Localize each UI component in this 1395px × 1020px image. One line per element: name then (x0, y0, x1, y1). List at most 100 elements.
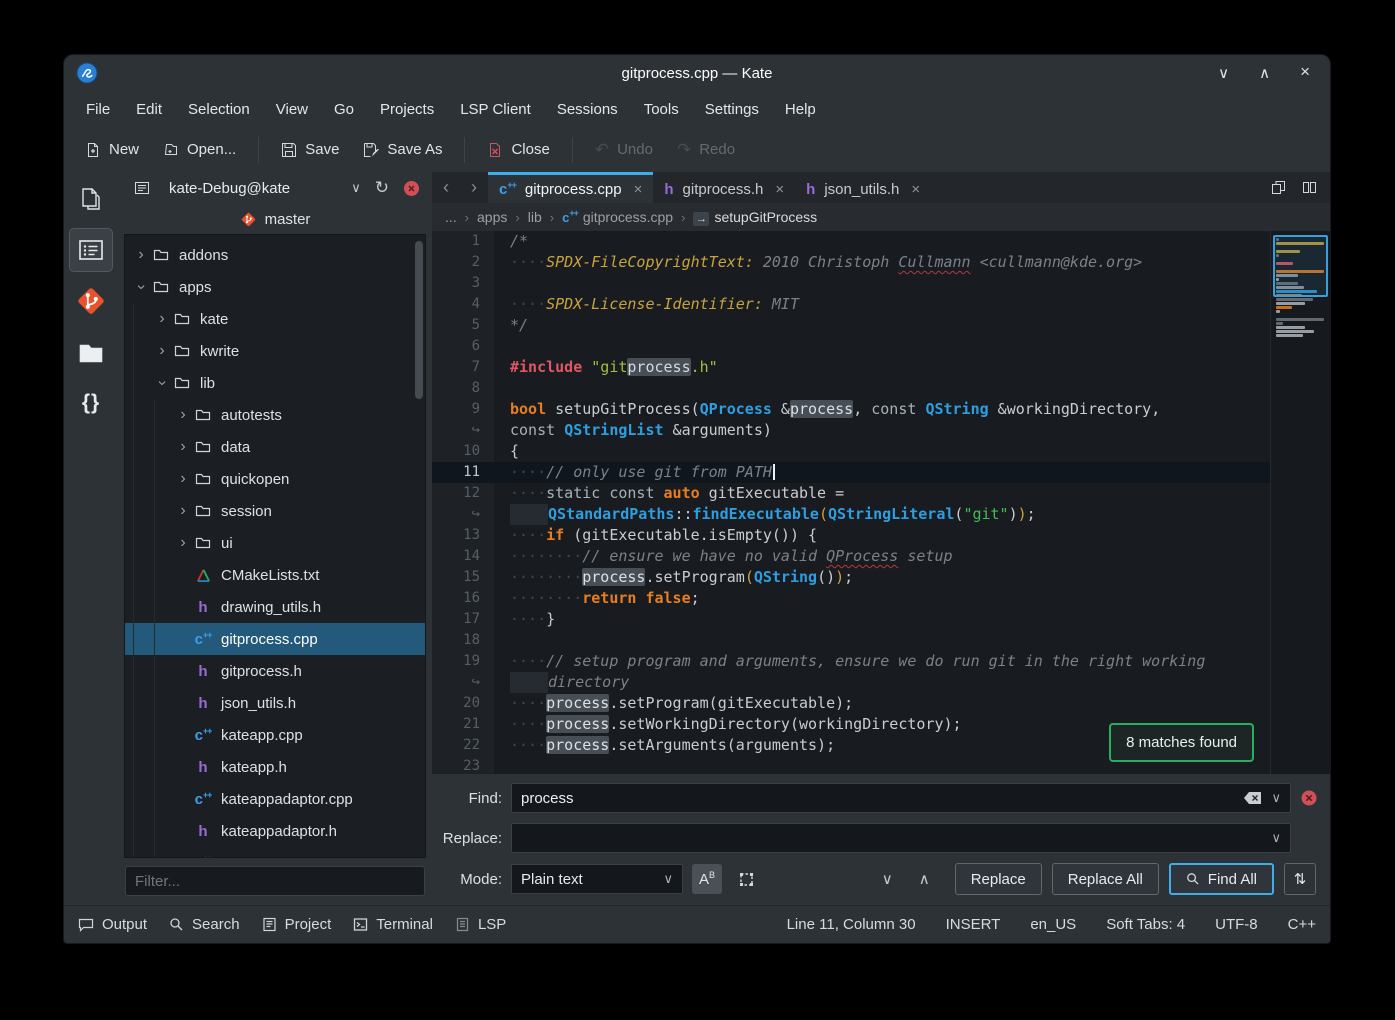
match-case-button[interactable]: AB (692, 864, 722, 894)
minimap-scrollbar[interactable] (1270, 231, 1330, 774)
tree-item-kate[interactable]: › kate (125, 303, 425, 335)
status-insert[interactable]: INSERT (946, 916, 1001, 933)
tree-item-apps[interactable]: › apps (125, 271, 425, 303)
status-c[interactable]: C++ (1288, 916, 1316, 933)
tree-item-gitprocess-cpp[interactable]: c++ gitprocess.cpp (125, 623, 425, 655)
breadcrumb-lib[interactable]: lib (528, 209, 542, 225)
tree-item-lib[interactable]: › lib (125, 367, 425, 399)
tab-json-utils-h[interactable]: h json_utils.h × (795, 172, 931, 203)
tab-gitprocess-cpp[interactable]: c++ gitprocess.cpp × (488, 172, 654, 203)
breadcrumb-setupgitprocess[interactable]: → setupGitProcess (693, 209, 817, 226)
tree-chevron-icon[interactable]: › (133, 246, 149, 264)
tree-item-addons[interactable]: › addons (125, 239, 425, 271)
find-prev-chevron-icon[interactable]: ∧ (919, 870, 930, 888)
status-toggle-project[interactable]: Project (262, 916, 331, 933)
minimap-viewport[interactable] (1273, 235, 1328, 297)
refresh-icon[interactable]: ↻ (375, 178, 389, 198)
tree-chevron-icon[interactable]: › (175, 502, 191, 520)
tree-item-kateappadaptor-cpp[interactable]: c++ kateappadaptor.cpp (125, 783, 425, 815)
tree-item-cmakelists-txt[interactable]: CMakeLists.txt (125, 559, 425, 591)
breadcrumb-gitprocess-cpp[interactable]: c++ gitprocess.cpp (562, 208, 673, 225)
mode-chevron-icon[interactable]: ∨ (663, 871, 673, 887)
status-toggle-output[interactable]: Output (78, 916, 147, 933)
sidebar-tool-documents-icon[interactable] (70, 178, 112, 220)
menu-item-selection[interactable]: Selection (178, 97, 260, 122)
sidebar-tool-git-icon[interactable] (70, 280, 112, 322)
clear-text-icon[interactable] (1243, 791, 1262, 805)
menu-item-help[interactable]: Help (775, 97, 826, 122)
menu-item-settings[interactable]: Settings (695, 97, 769, 122)
tree-item-drawing-utils-h[interactable]: h drawing_utils.h (125, 591, 425, 623)
close-find-bar-icon[interactable] (1300, 789, 1318, 807)
open-button[interactable]: Open... (152, 135, 247, 164)
status-toggle-lsp[interactable]: LSP (455, 916, 506, 933)
status-utf-8[interactable]: UTF-8 (1215, 916, 1258, 933)
replace-history-chevron-icon[interactable]: ∨ (1271, 830, 1281, 846)
status-soft-tabs-4[interactable]: Soft Tabs: 4 (1106, 916, 1185, 933)
tree-item-ui[interactable]: › ui (125, 527, 425, 559)
sidebar-tool-filesystem-folder-icon[interactable] (70, 331, 112, 373)
stop-icon[interactable] (403, 180, 420, 197)
menu-item-projects[interactable]: Projects (370, 97, 444, 122)
replace-input[interactable]: ∨ (511, 823, 1291, 853)
find-input[interactable]: process ∨ (511, 783, 1291, 813)
tab-prev-icon[interactable]: ‹ (432, 172, 460, 203)
find-history-chevron-icon[interactable]: ∨ (1271, 790, 1281, 806)
tree-item-kateapp-cpp[interactable]: c++ kateapp.cpp (125, 719, 425, 751)
minimize-icon[interactable]: ∨ (1218, 64, 1229, 82)
tree-item-session[interactable]: › session (125, 495, 425, 527)
tab-next-icon[interactable]: › (460, 172, 488, 203)
detach-tab-icon[interactable] (1271, 180, 1286, 195)
status-toggle-terminal[interactable]: Terminal (353, 916, 433, 933)
status-line-11-column-30[interactable]: Line 11, Column 30 (787, 916, 916, 933)
tree-item-autotests[interactable]: › autotests (125, 399, 425, 431)
status-toggle-search[interactable]: Search (169, 916, 240, 933)
tab-gitprocess-h[interactable]: h gitprocess.h × (653, 172, 795, 203)
tree-chevron-icon[interactable]: › (175, 470, 191, 488)
tree-filter-input[interactable]: Filter... (125, 866, 425, 896)
tree-chevron-icon[interactable]: › (175, 534, 191, 552)
tree-chevron-icon[interactable]: › (175, 406, 191, 424)
save-button[interactable]: Save (270, 135, 350, 164)
breadcrumb-apps[interactable]: apps (477, 209, 507, 225)
tab-close-icon[interactable]: × (634, 181, 643, 198)
tab-close-icon[interactable]: × (911, 181, 920, 198)
close-button[interactable]: Close (476, 135, 560, 164)
tab-close-icon[interactable]: × (775, 181, 784, 198)
menu-item-view[interactable]: View (266, 97, 318, 122)
code-editor[interactable]: 1/* 2 ····SPDX-FileCopyrightText: 2010 Chr… (432, 231, 1330, 774)
sidebar-tool-symbols-braces-icon[interactable]: {} (70, 382, 112, 424)
tree-chevron-icon[interactable]: › (154, 310, 170, 328)
tree-scrollbar[interactable] (415, 241, 423, 399)
tree-item-quickopen[interactable]: › quickopen (125, 463, 425, 495)
tree-chevron-icon[interactable]: › (132, 279, 150, 295)
tree-item-kateapp-h[interactable]: h kateapp.h (125, 751, 425, 783)
menu-item-file[interactable]: File (76, 97, 120, 122)
tree-item-kateconfigdialog-cpp[interactable]: c++ kateconfigdialog.cpp (125, 847, 425, 857)
breadcrumb-[interactable]: ... (445, 209, 457, 225)
menu-item-sessions[interactable]: Sessions (547, 97, 628, 122)
menu-item-go[interactable]: Go (324, 97, 364, 122)
maximize-icon[interactable]: ∧ (1259, 64, 1270, 82)
project-switch-chevron-icon[interactable]: ∨ (351, 180, 361, 196)
tree-chevron-icon[interactable]: › (154, 342, 170, 360)
replace-all-button[interactable]: Replace All (1051, 863, 1159, 895)
tree-chevron-icon[interactable]: › (175, 438, 191, 456)
find-next-chevron-icon[interactable]: ∨ (882, 870, 893, 888)
tree-item-data[interactable]: › data (125, 431, 425, 463)
menu-item-edit[interactable]: Edit (126, 97, 172, 122)
menu-item-tools[interactable]: Tools (634, 97, 689, 122)
split-view-icon[interactable] (1302, 180, 1317, 195)
switch-search-mode-button[interactable]: ⇅ (1284, 863, 1316, 895)
title-bar[interactable]: gitprocess.cpp — Kate ∨ ∧ × (64, 55, 1330, 91)
mode-select[interactable]: Plain text ∨ (511, 864, 683, 894)
menu-item-lsp-client[interactable]: LSP Client (450, 97, 541, 122)
tree-item-kateappadaptor-h[interactable]: h kateappadaptor.h (125, 815, 425, 847)
sidebar-tool-project-list-icon[interactable] (69, 228, 113, 272)
tree-item-json-utils-h[interactable]: h json_utils.h (125, 687, 425, 719)
close-window-icon[interactable]: × (1300, 63, 1310, 82)
find-all-button[interactable]: Find All (1168, 863, 1274, 895)
tree-item-gitprocess-h[interactable]: h gitprocess.h (125, 655, 425, 687)
save-as-button[interactable]: Save As (352, 135, 453, 164)
tree-item-kwrite[interactable]: › kwrite (125, 335, 425, 367)
